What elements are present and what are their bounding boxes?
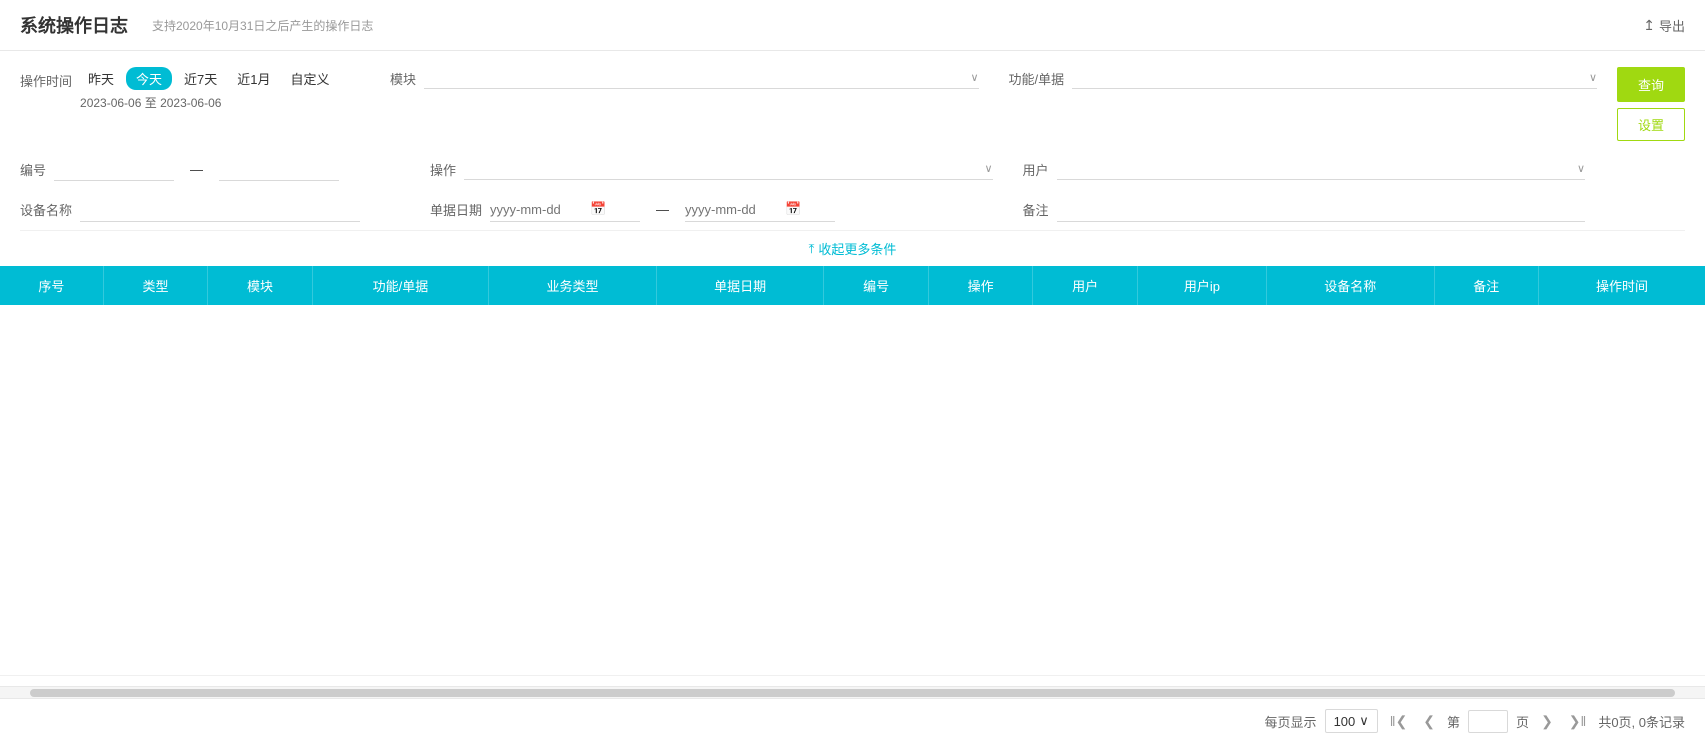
table-container: 序号 类型 模块 功能/单据 业务类型 单据日期 编号 操作 用户 用户ip 设… [0, 266, 1705, 686]
page-header: 系统操作日志 支持2020年10月31日之后产生的操作日志 ↥ 导出 [0, 0, 1705, 51]
page-container: 系统操作日志 支持2020年10月31日之后产生的操作日志 ↥ 导出 操作时间 … [0, 0, 1705, 743]
device-input[interactable] [80, 198, 360, 222]
col-op-time: 操作时间 [1539, 266, 1705, 305]
operation-select[interactable]: ∨ [464, 158, 992, 180]
date-end-wrap: 📅 [685, 197, 835, 222]
col-user-ip: 用户ip [1137, 266, 1266, 305]
time-btn-7days[interactable]: 近7天 [176, 67, 225, 90]
col-module: 模块 [208, 266, 312, 305]
operation-chevron-icon: ∨ [984, 162, 992, 175]
user-label: 用户 [1023, 160, 1049, 179]
row2-filter: 编号 — 操作 ∨ 用户 ∨ [20, 157, 1685, 181]
operation-label: 操作 [430, 160, 456, 179]
export-label: 导出 [1659, 16, 1685, 35]
remark-label: 备注 [1023, 200, 1049, 219]
calendar-start-icon[interactable]: 📅 [590, 201, 606, 217]
time-btn-today[interactable]: 今天 [126, 67, 172, 90]
col-biz-type: 业务类型 [489, 266, 657, 305]
number-label: 编号 [20, 160, 46, 179]
action-buttons: 查询 设置 [1617, 67, 1685, 141]
module-label: 模块 [390, 69, 416, 88]
calendar-end-icon[interactable]: 📅 [785, 201, 801, 217]
time-btn-yesterday[interactable]: 昨天 [80, 67, 122, 90]
export-button[interactable]: ↥ 导出 [1643, 16, 1685, 35]
voucher-date-filter-group: 单据日期 📅 — 📅 [430, 197, 993, 222]
collapse-bar: ⤒ 收起更多条件 [20, 230, 1685, 266]
per-page-label: 每页显示 [1265, 712, 1317, 731]
empty-cell [0, 305, 1705, 676]
operation-filter-group: 操作 ∨ [430, 158, 993, 180]
page-number-input[interactable]: 1 [1468, 710, 1508, 733]
number-end-input[interactable] [219, 157, 339, 181]
function-select[interactable]: ∨ [1072, 67, 1597, 89]
col-voucher-date: 单据日期 [656, 266, 824, 305]
page-size-select[interactable]: 100 ∨ [1325, 709, 1378, 733]
device-filter-group: 设备名称 [20, 198, 400, 222]
user-select[interactable]: ∨ [1057, 158, 1585, 180]
col-function: 功能/单据 [312, 266, 488, 305]
user-filter-group: 用户 ∨ [1023, 158, 1586, 180]
collapse-button[interactable]: ⤒ 收起更多条件 [809, 239, 897, 258]
module-filter-group: 模块 ∨ [390, 67, 979, 89]
voucher-date-label: 单据日期 [430, 200, 482, 219]
number-dash: — [190, 162, 203, 177]
last-page-button[interactable]: ❯‖ [1565, 711, 1591, 732]
function-label: 功能/单据 [1009, 69, 1065, 88]
page-size-chevron-icon: ∨ [1359, 713, 1369, 729]
date-start-input[interactable] [490, 202, 590, 217]
empty-area [8, 315, 1697, 665]
module-chevron-icon: ∨ [970, 71, 978, 84]
col-operation: 操作 [928, 266, 1032, 305]
table-header-row: 序号 类型 模块 功能/单据 业务类型 单据日期 编号 操作 用户 用户ip 设… [0, 266, 1705, 305]
prev-page-button[interactable]: ❮ [1419, 711, 1439, 732]
total-info: 共0页, 0条记录 [1598, 712, 1685, 731]
next-page-button[interactable]: ❯ [1537, 711, 1557, 732]
time-options: 昨天 今天 近7天 近1月 自定义 2023-06-06 至 2023-06-0… [80, 67, 338, 111]
page-subtitle: 支持2020年10月31日之后产生的操作日志 [152, 17, 373, 34]
time-btn-custom[interactable]: 自定义 [283, 67, 338, 90]
device-label: 设备名称 [20, 200, 72, 219]
number-start-input[interactable] [54, 157, 174, 181]
remark-filter-group: 备注 [1023, 198, 1586, 222]
date-start-wrap: 📅 [490, 197, 640, 222]
module-select[interactable]: ∨ [424, 67, 978, 89]
filter-section: 操作时间 昨天 今天 近7天 近1月 自定义 2023-06-06 至 2023… [0, 51, 1705, 266]
time-label: 操作时间 [20, 71, 72, 90]
scrollbar-thumb[interactable] [30, 689, 1675, 697]
collapse-label: 收起更多条件 [818, 239, 896, 258]
col-remark: 备注 [1434, 266, 1538, 305]
user-chevron-icon: ∨ [1577, 162, 1585, 175]
page-title: 系统操作日志 [20, 12, 128, 38]
page-label: 第 [1447, 712, 1460, 731]
col-user: 用户 [1033, 266, 1137, 305]
date-end-input[interactable] [685, 202, 785, 217]
remark-input[interactable] [1057, 198, 1585, 222]
collapse-up-icon: ⤒ [809, 241, 815, 257]
col-number: 编号 [824, 266, 928, 305]
function-chevron-icon: ∨ [1589, 71, 1597, 84]
number-filter-group: 编号 — [20, 157, 400, 181]
col-device: 设备名称 [1266, 266, 1434, 305]
row3-filter: 设备名称 单据日期 📅 — 📅 备注 [20, 197, 1685, 222]
empty-row [0, 305, 1705, 676]
page-unit: 页 [1516, 712, 1529, 731]
function-filter-group: 功能/单据 ∨ [1009, 67, 1598, 89]
table-header: 序号 类型 模块 功能/单据 业务类型 单据日期 编号 操作 用户 用户ip 设… [0, 266, 1705, 305]
export-icon: ↥ [1643, 17, 1655, 34]
first-page-button[interactable]: ‖❮ [1386, 711, 1412, 732]
scrollbar-area[interactable] [0, 686, 1705, 698]
settings-button[interactable]: 设置 [1617, 108, 1685, 141]
time-btn-1month[interactable]: 近1月 [229, 67, 278, 90]
data-table: 序号 类型 模块 功能/单据 业务类型 单据日期 编号 操作 用户 用户ip 设… [0, 266, 1705, 676]
col-index: 序号 [0, 266, 103, 305]
pagination-bar: 每页显示 100 ∨ ‖❮ ❮ 第 1 页 ❯ ❯‖ 共0页, 0条记录 [0, 698, 1705, 743]
page-size-value: 100 [1334, 714, 1356, 729]
time-range-display: 2023-06-06 至 2023-06-06 [80, 94, 338, 111]
table-body [0, 305, 1705, 676]
time-filter-group: 操作时间 昨天 今天 近7天 近1月 自定义 2023-06-06 至 2023… [20, 67, 360, 111]
col-type: 类型 [103, 266, 207, 305]
date-dash: — [656, 202, 669, 217]
query-button[interactable]: 查询 [1617, 67, 1685, 102]
